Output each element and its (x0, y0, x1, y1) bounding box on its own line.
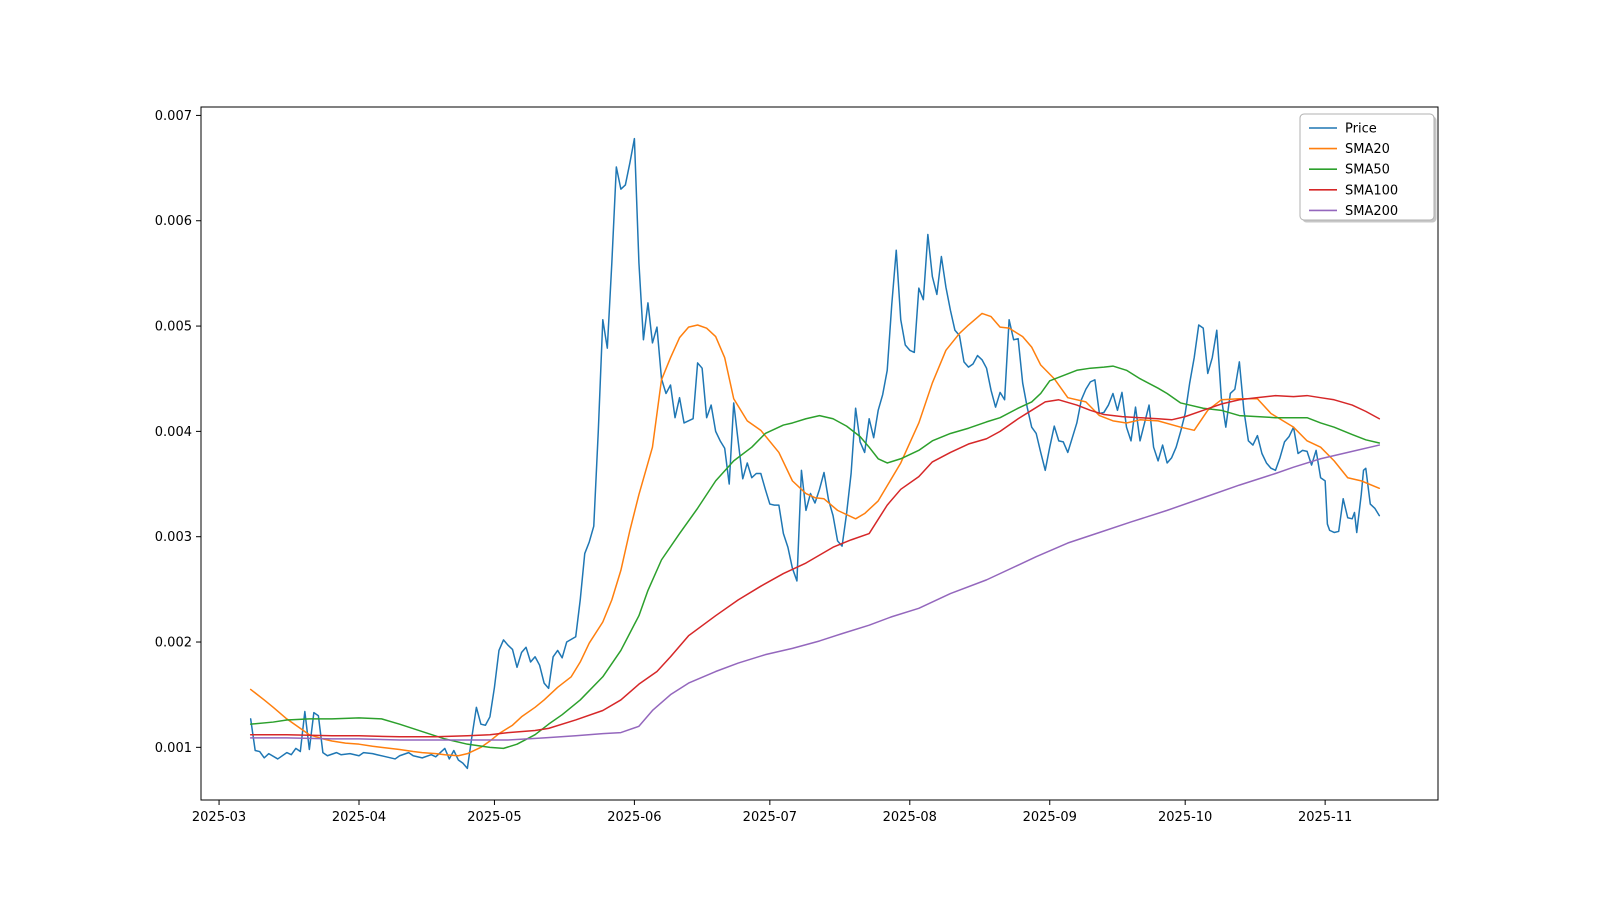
y-tick-label: 0.001 (155, 741, 192, 756)
x-tick-label: 2025-06 (607, 810, 661, 825)
x-axis: 2025-03 2025-04 2025-05 2025-06 2025-07 2025-… (192, 800, 1352, 825)
y-tick-label: 0.005 (155, 320, 192, 335)
y-tick-label: 0.002 (155, 636, 192, 651)
y-tick-label: 0.007 (155, 109, 192, 124)
legend: Price SMA20 SMA50 SMA100 SMA200 (1299, 113, 1437, 223)
legend-label: SMA200 (1345, 204, 1398, 219)
x-tick-label: 2025-08 (883, 810, 937, 825)
y-tick-label: 0.003 (155, 530, 192, 545)
x-tick-label: 2025-05 (467, 810, 521, 825)
legend-label: SMA50 (1345, 163, 1390, 178)
plot-background (201, 107, 1438, 800)
plot-area (201, 107, 1438, 800)
y-axis: 0.001 0.002 0.003 0.004 0.005 0.006 0.007 (155, 109, 201, 756)
price-sma-line-chart: 2025-03 2025-04 2025-05 2025-06 2025-07 2025-… (155, 106, 1439, 825)
x-tick-label: 2025-10 (1158, 810, 1212, 825)
y-tick-label: 0.004 (155, 425, 192, 440)
x-tick-label: 2025-09 (1023, 810, 1077, 825)
y-tick-label: 0.006 (155, 214, 192, 229)
x-tick-label: 2025-03 (192, 810, 246, 825)
x-tick-label: 2025-11 (1298, 810, 1352, 825)
x-tick-label: 2025-04 (332, 810, 386, 825)
legend-label: Price (1345, 122, 1377, 137)
legend-label: SMA20 (1345, 142, 1390, 157)
chart-figure: 2025-03 2025-04 2025-05 2025-06 2025-07 2025-… (0, 0, 1600, 900)
legend-label: SMA100 (1345, 183, 1398, 198)
x-tick-label: 2025-07 (743, 810, 797, 825)
